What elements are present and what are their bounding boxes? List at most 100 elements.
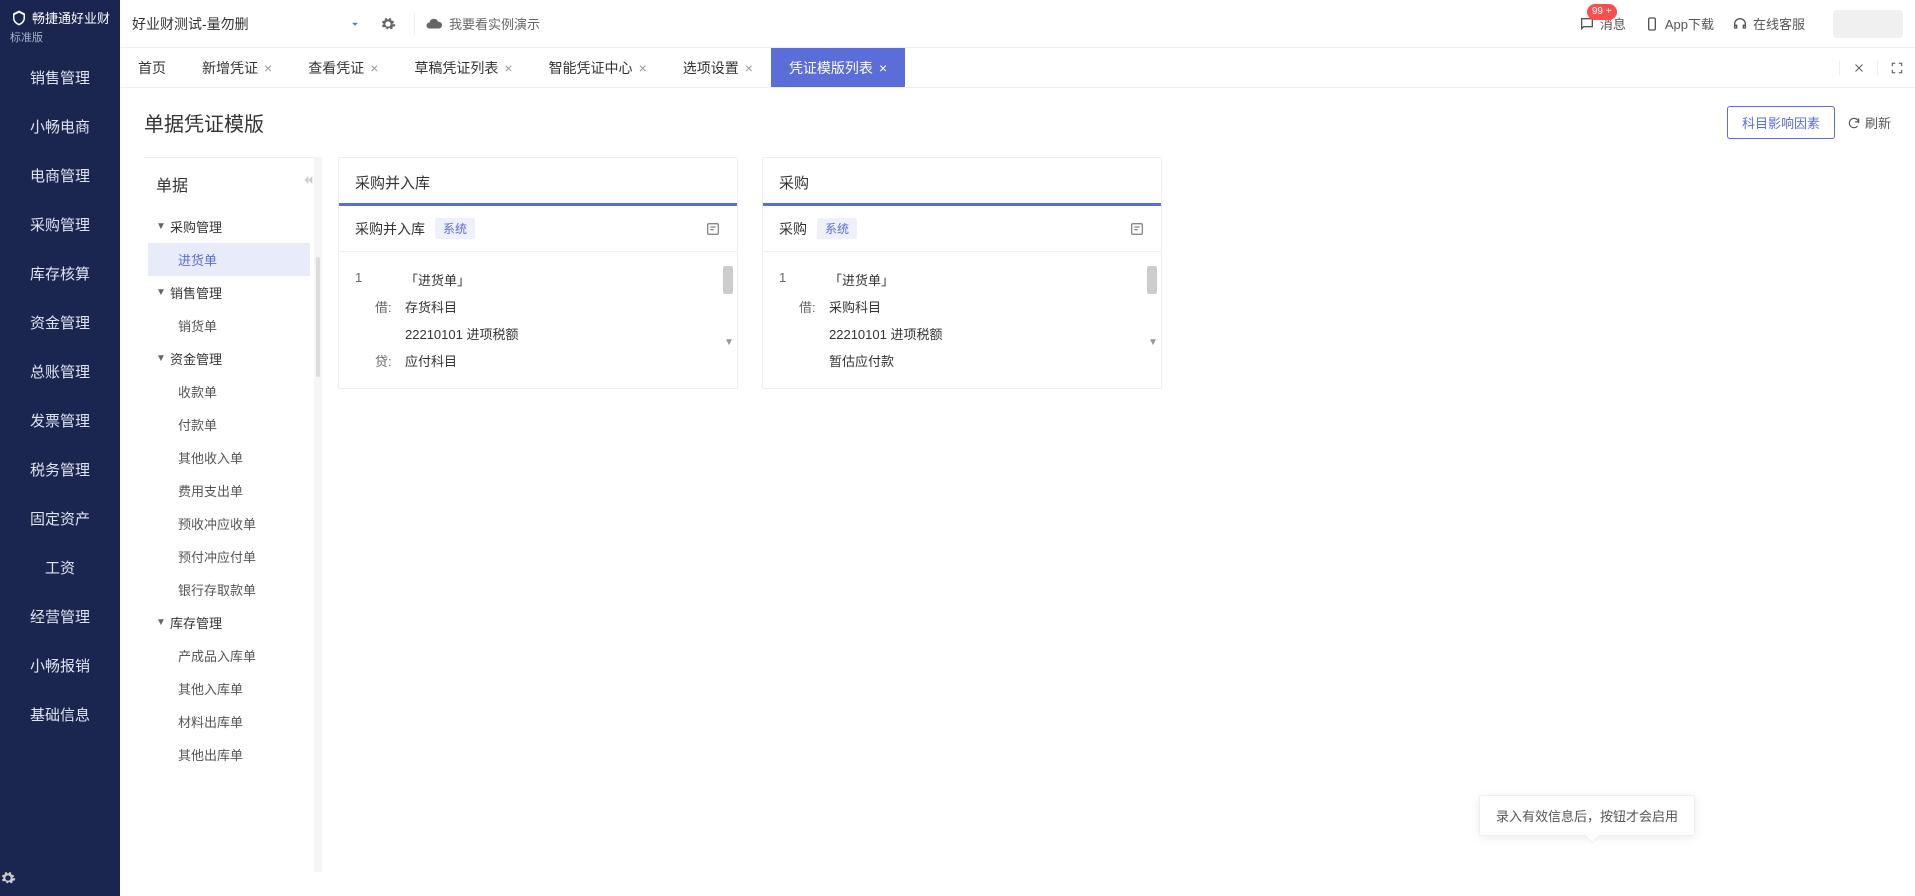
close-icon[interactable]: × [745,60,753,76]
nav-item[interactable]: 小畅报销 [0,641,120,690]
entry-label: 借: [799,297,829,316]
system-tag: 系统 [817,218,857,239]
tab-bar: 首页新增凭证×查看凭证×草稿凭证列表×智能凭证中心×选项设置×凭证模版列表× [120,48,1915,88]
tree-group[interactable]: ▼资金管理 [148,342,310,375]
fullscreen-icon[interactable] [1877,61,1915,75]
entry-value: 存货科目 [405,297,457,316]
tab-label: 首页 [138,58,166,78]
demo-label: 我要看实例演示 [449,14,540,33]
entry-value: 「进货单」 [829,270,894,289]
nav-item[interactable]: 基础信息 [0,690,120,739]
close-icon[interactable]: × [504,60,512,76]
tree-leaf[interactable]: 预付冲应付单 [148,540,310,573]
brand-name: 畅捷通好业财 [32,8,110,27]
tree-leaf[interactable]: 其他收入单 [148,441,310,474]
nav-item[interactable]: 小畅电商 [0,102,120,151]
refresh-label: 刷新 [1865,113,1891,132]
entry-num [779,297,799,316]
chevron-down-icon [348,17,362,31]
settings-gear[interactable] [0,860,120,896]
tab[interactable]: 首页 [120,48,184,87]
message-button[interactable]: 99 + 消息 [1579,14,1626,33]
demo-link[interactable]: 我要看实例演示 [425,14,540,33]
project-name: 好业财测试-量勿删 [132,14,249,34]
tree-leaf[interactable]: 产成品入库单 [148,639,310,672]
panel-resizer[interactable] [314,157,322,872]
entry-num [355,351,375,370]
nav-item[interactable]: 税务管理 [0,445,120,494]
nav-item[interactable]: 经营管理 [0,592,120,641]
tab[interactable]: 选项设置× [665,48,771,87]
tree-leaf[interactable]: 其他出库单 [148,738,310,770]
tree-group-label: 资金管理 [170,349,222,368]
close-icon[interactable]: × [879,60,887,76]
tree-leaf[interactable]: 付款单 [148,408,310,441]
tab[interactable]: 查看凭证 × [290,48,396,87]
tab[interactable]: 草稿凭证列表× [396,48,530,87]
template-card: 采购采购系统1「进货单」借:采购科目22210101 进项税额暂估应付款▼ [762,157,1162,389]
tree-leaf[interactable]: 材料出库单 [148,705,310,738]
card-detail-icon[interactable] [1129,221,1145,237]
tree-leaf[interactable]: 银行存取款单 [148,573,310,606]
tree-leaf[interactable]: 销货单 [148,309,310,342]
collapse-panel-icon[interactable] [299,172,315,188]
card-head-name: 采购 [779,219,807,239]
close-icon[interactable]: × [264,60,272,76]
project-selector[interactable]: 好业财测试-量勿删 [132,14,372,34]
tree-leaf[interactable]: 预收冲应收单 [148,507,310,540]
nav-item[interactable]: 工资 [0,543,120,592]
entry-row: 1 「进货单」 [779,266,1145,293]
brand-edition: 标准版 [0,29,120,53]
nav-item[interactable]: 总账管理 [0,347,120,396]
scrollbar[interactable]: ▼ [723,266,733,346]
close-icon[interactable]: × [639,60,647,76]
entry-row: 1「进货单」 [355,266,721,293]
main-sidebar: 畅捷通好业财 标准版 销售管理小畅电商电商管理采购管理库存核算资金管理总账管理发… [0,0,120,896]
nav-item[interactable]: 采购管理 [0,200,120,249]
tab-label: 查看凭证 [308,58,364,78]
user-avatar[interactable] [1833,10,1903,38]
tree-leaf[interactable]: 收款单 [148,375,310,408]
message-badge: 99 + [1587,4,1617,20]
topbar: 好业财测试-量勿删 我要看实例演示 99 + 消息 [120,0,1915,48]
tree-group[interactable]: ▼采购管理 [148,210,310,243]
card-head: 采购系统 [763,206,1161,252]
entry-label: 贷: [375,351,405,370]
entry-value: 22210101 进项税额 [779,324,942,343]
entry-label [799,270,829,289]
tree-group[interactable]: ▼销售管理 [148,276,310,309]
nav-item[interactable]: 固定资产 [0,494,120,543]
close-all-tabs[interactable] [1839,61,1877,75]
page-title: 单据凭证模版 [144,108,264,137]
brand-icon [10,9,28,27]
download-label: App下载 [1665,14,1714,33]
tree-group-label: 销售管理 [170,283,222,302]
tab[interactable]: 凭证模版列表× [771,48,905,87]
close-icon[interactable]: × [370,60,378,76]
cloud-icon [425,15,443,33]
card-head-name: 采购并入库 [355,219,425,239]
refresh-icon [1847,116,1861,130]
tree-leaf[interactable]: 费用支出单 [148,474,310,507]
nav-item[interactable]: 库存核算 [0,249,120,298]
hint-tooltip: 录入有效信息后，按钮才会启用 [1479,795,1695,836]
entry-num: 1 [779,270,799,289]
nav-item[interactable]: 发票管理 [0,396,120,445]
card-detail-icon[interactable] [705,221,721,237]
entry-value: 「进货单」 [405,270,470,289]
support-button[interactable]: 在线客服 [1732,14,1805,33]
tab-label: 新增凭证 [202,58,258,78]
tree-group[interactable]: ▼库存管理 [148,606,310,639]
tree-leaf[interactable]: 其他入库单 [148,672,310,705]
nav-item[interactable]: 电商管理 [0,151,120,200]
refresh-button[interactable]: 刷新 [1847,106,1891,139]
subject-factor-button[interactable]: 科目影响因素 [1727,106,1835,139]
tree-leaf[interactable]: 进货单 [148,243,310,276]
tab[interactable]: 智能凭证中心× [531,48,665,87]
nav-item[interactable]: 资金管理 [0,298,120,347]
settings-icon[interactable] [380,16,396,32]
scrollbar[interactable]: ▼ [1147,266,1157,346]
tab[interactable]: 新增凭证 × [184,48,290,87]
download-button[interactable]: App下载 [1644,14,1714,33]
nav-item[interactable]: 销售管理 [0,53,120,102]
